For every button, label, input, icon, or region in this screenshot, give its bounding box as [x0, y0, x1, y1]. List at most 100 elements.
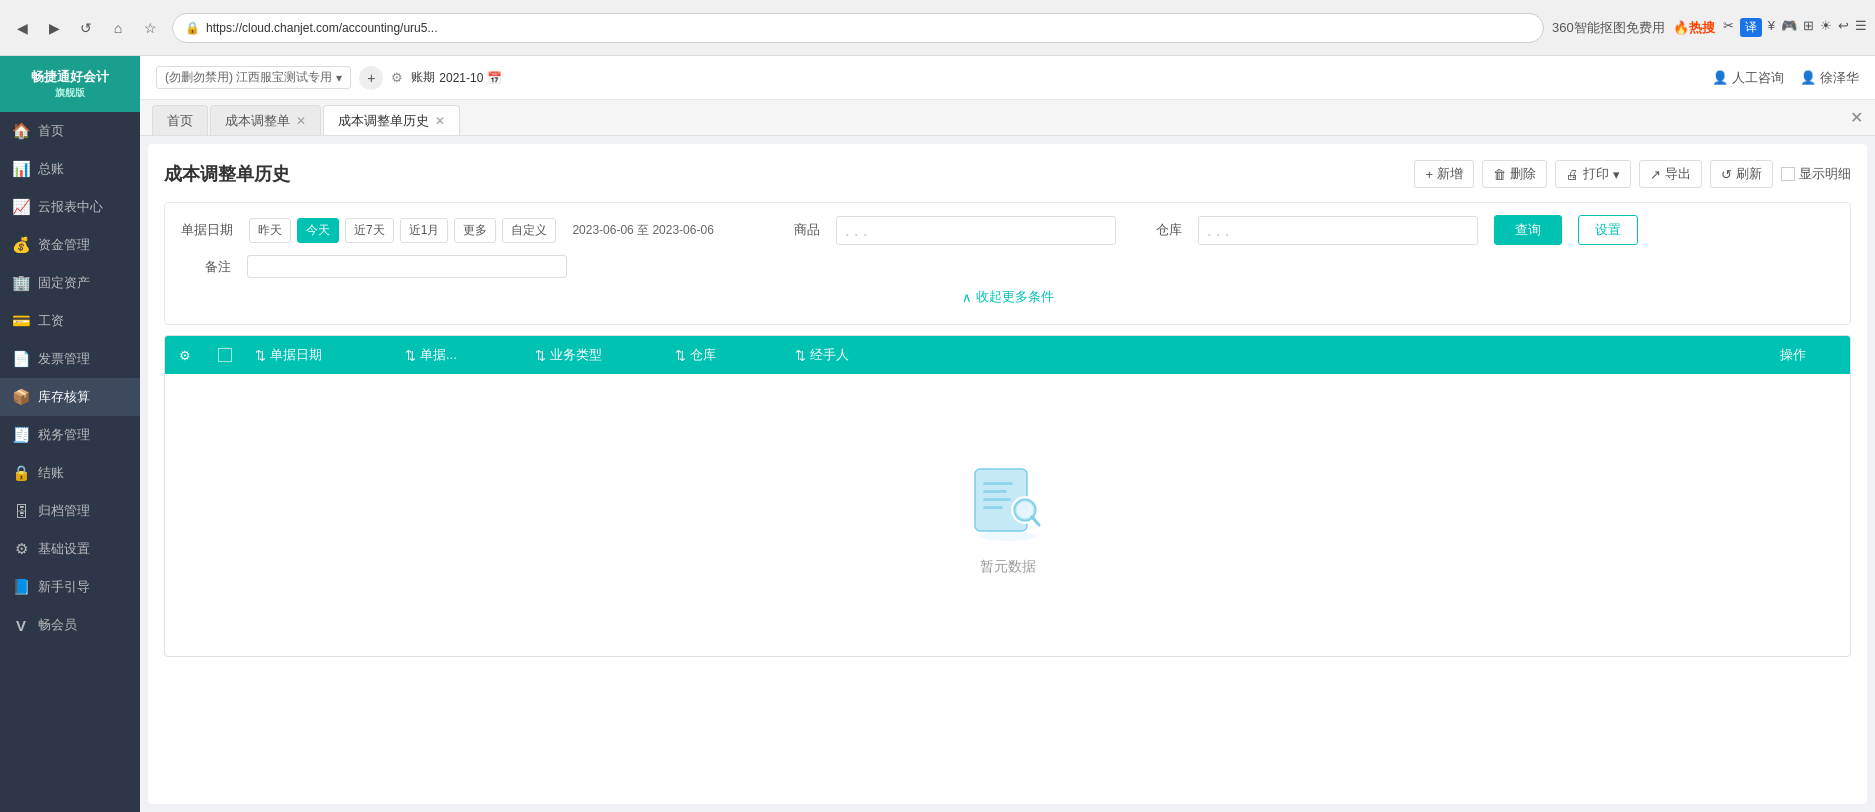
sidebar-item-closing[interactable]: 🔒 结账	[0, 454, 140, 492]
date-btn-more[interactable]: 更多	[454, 218, 496, 243]
forward-button[interactable]: ▶	[40, 14, 68, 42]
select-all-checkbox[interactable]	[218, 348, 232, 362]
svg-rect-6	[983, 506, 1003, 509]
logo-version: 旗舰版	[31, 86, 109, 99]
period-label: 账期	[411, 69, 435, 86]
tab-cost-adjust-close[interactable]: ✕	[296, 115, 306, 127]
date-btn-today[interactable]: 今天	[297, 218, 339, 243]
th-biztype[interactable]: ⇅ 业务类型	[525, 346, 665, 364]
date-btn-1month[interactable]: 近1月	[400, 218, 449, 243]
print-button[interactable]: 🖨 打印 ▾	[1555, 160, 1631, 188]
tab-cost-adjust[interactable]: 成本调整单 ✕	[210, 105, 321, 135]
page-header: 成本调整单历史 + 新增 🗑 删除 🖨 打印 ▾	[164, 160, 1851, 188]
th-operator[interactable]: ⇅ 经手人	[785, 346, 925, 364]
query-button[interactable]: 查询	[1494, 215, 1562, 245]
tab-cost-adjust-history[interactable]: 成本调整单历史 ✕	[323, 105, 460, 135]
back-button[interactable]: ◀	[8, 14, 36, 42]
menu-icon[interactable]: ☰	[1855, 18, 1867, 37]
show-columns-toggle[interactable]: 显示明细	[1781, 165, 1851, 183]
export-button[interactable]: ↗ 导出	[1639, 160, 1702, 188]
tab-history-close[interactable]: ✕	[435, 115, 445, 127]
goods-selector[interactable]: ...	[836, 216, 1116, 245]
sidebar-item-settings[interactable]: ⚙ 基础设置	[0, 530, 140, 568]
sidebar-item-home[interactable]: 🏠 首页	[0, 112, 140, 150]
guide-icon: 📘	[12, 578, 30, 596]
sidebar-item-funds[interactable]: 💰 资金管理	[0, 226, 140, 264]
filter-settings-button[interactable]: 设置	[1578, 215, 1638, 245]
tab-bar: 首页 成本调整单 ✕ 成本调整单历史 ✕ ✕	[140, 100, 1875, 136]
home-button[interactable]: ⌂	[104, 14, 132, 42]
scissor-icon[interactable]: ✂	[1723, 18, 1734, 37]
star-button[interactable]: ☆	[136, 14, 164, 42]
th-settings[interactable]: ⚙	[165, 348, 205, 363]
date-buttons-group: 昨天 今天 近7天 近1月 更多	[249, 218, 556, 243]
currency-icon[interactable]: ¥	[1768, 18, 1775, 37]
delete-label: 删除	[1510, 165, 1536, 183]
sidebar-item-vip-label: 畅会员	[38, 616, 77, 634]
undo-icon[interactable]: ↩	[1838, 18, 1849, 37]
th-check[interactable]	[205, 348, 245, 362]
top-bar-right: 👤 人工咨询 👤 徐泽华	[1712, 69, 1859, 87]
sidebar-item-reports-label: 云报表中心	[38, 198, 103, 216]
calendar-icon[interactable]: 📅	[487, 71, 502, 85]
user-menu[interactable]: 👤 徐泽华	[1800, 69, 1859, 87]
table-header: ⚙ ⇅ 单据日期 ⇅ 单据... ⇅ 业务类型	[165, 336, 1850, 374]
query-label: 查询	[1515, 221, 1541, 239]
new-button[interactable]: + 新增	[1414, 160, 1474, 188]
sidebar-item-vip[interactable]: V 畅会员	[0, 606, 140, 644]
print-dropdown-icon: ▾	[1613, 167, 1620, 182]
company-selector[interactable]: (勿删勿禁用) 江西服宝测试专用 ▾	[156, 66, 351, 89]
sidebar-item-reports[interactable]: 📈 云报表中心	[0, 188, 140, 226]
sort-icon-operator: ⇅	[795, 348, 806, 363]
collapse-up-icon: ∧	[962, 290, 972, 305]
goods-filter-label: 商品	[770, 221, 820, 239]
tab-cost-adjust-label: 成本调整单	[225, 112, 290, 130]
add-tab-button[interactable]: +	[359, 66, 383, 90]
address-bar[interactable]: 🔒 https://cloud.chanjet.com/accounting/u…	[172, 13, 1544, 43]
brightness-icon[interactable]: ☀	[1820, 18, 1832, 37]
sidebar-item-invoice[interactable]: 📄 发票管理	[0, 340, 140, 378]
th-billno[interactable]: ⇅ 单据...	[395, 346, 525, 364]
company-dropdown-icon: ▾	[336, 71, 342, 85]
translate-icon[interactable]: 译	[1740, 18, 1762, 37]
sidebar-item-ledger[interactable]: 📊 总账	[0, 150, 140, 188]
tax-icon: 🧾	[12, 426, 30, 444]
page-actions: + 新增 🗑 删除 🖨 打印 ▾ ↗ 导出	[1414, 160, 1851, 188]
delete-icon: 🗑	[1493, 167, 1506, 182]
payroll-icon: 💳	[12, 312, 30, 330]
refresh-label: 刷新	[1736, 165, 1762, 183]
content-area: (勿删勿禁用) 江西服宝测试专用 ▾ + ⚙ 账期 2021-10 📅 👤 人工…	[140, 56, 1875, 812]
sidebar-item-inventory[interactable]: 📦 库存核算	[0, 378, 140, 416]
sidebar-item-tax[interactable]: 🧾 税务管理	[0, 416, 140, 454]
print-icon: 🖨	[1566, 167, 1579, 182]
th-warehouse[interactable]: ⇅ 仓库	[665, 346, 785, 364]
collapse-button[interactable]: ∧ 收起更多条件	[962, 288, 1054, 306]
settings-icon: ⚙	[12, 540, 30, 558]
delete-button[interactable]: 🗑 删除	[1482, 160, 1547, 188]
logo-name: 畅捷通好会计	[31, 69, 109, 86]
date-btn-yesterday[interactable]: 昨天	[249, 218, 291, 243]
refresh-icon: ↺	[1721, 167, 1732, 182]
new-label: 新增	[1437, 165, 1463, 183]
sidebar-item-funds-label: 资金管理	[38, 236, 90, 254]
sidebar-item-guide[interactable]: 📘 新手引导	[0, 568, 140, 606]
grid-icon[interactable]: ⊞	[1803, 18, 1814, 37]
empty-state: 暂元数据	[165, 374, 1850, 656]
th-date[interactable]: ⇅ 单据日期	[245, 346, 395, 364]
warehouse-selector[interactable]: ...	[1198, 216, 1478, 245]
show-columns-checkbox[interactable]	[1781, 167, 1795, 181]
settings-tab-icon[interactable]: ⚙	[391, 70, 403, 85]
date-btn-custom[interactable]: 自定义	[502, 218, 556, 243]
sidebar-item-fixed-assets[interactable]: 🏢 固定资产	[0, 264, 140, 302]
close-all-button[interactable]: ✕	[1850, 108, 1863, 127]
service-button[interactable]: 👤 人工咨询	[1712, 69, 1784, 87]
game-icon[interactable]: 🎮	[1781, 18, 1797, 37]
tab-home[interactable]: 首页	[152, 105, 208, 135]
sidebar-item-archive[interactable]: 🗄 归档管理	[0, 492, 140, 530]
date-btn-7days[interactable]: 近7天	[345, 218, 394, 243]
sidebar-item-payroll[interactable]: 💳 工资	[0, 302, 140, 340]
refresh-button[interactable]: ↺ 刷新	[1710, 160, 1773, 188]
note-input[interactable]	[247, 255, 567, 278]
svg-point-0	[980, 531, 1036, 541]
refresh-button[interactable]: ↺	[72, 14, 100, 42]
